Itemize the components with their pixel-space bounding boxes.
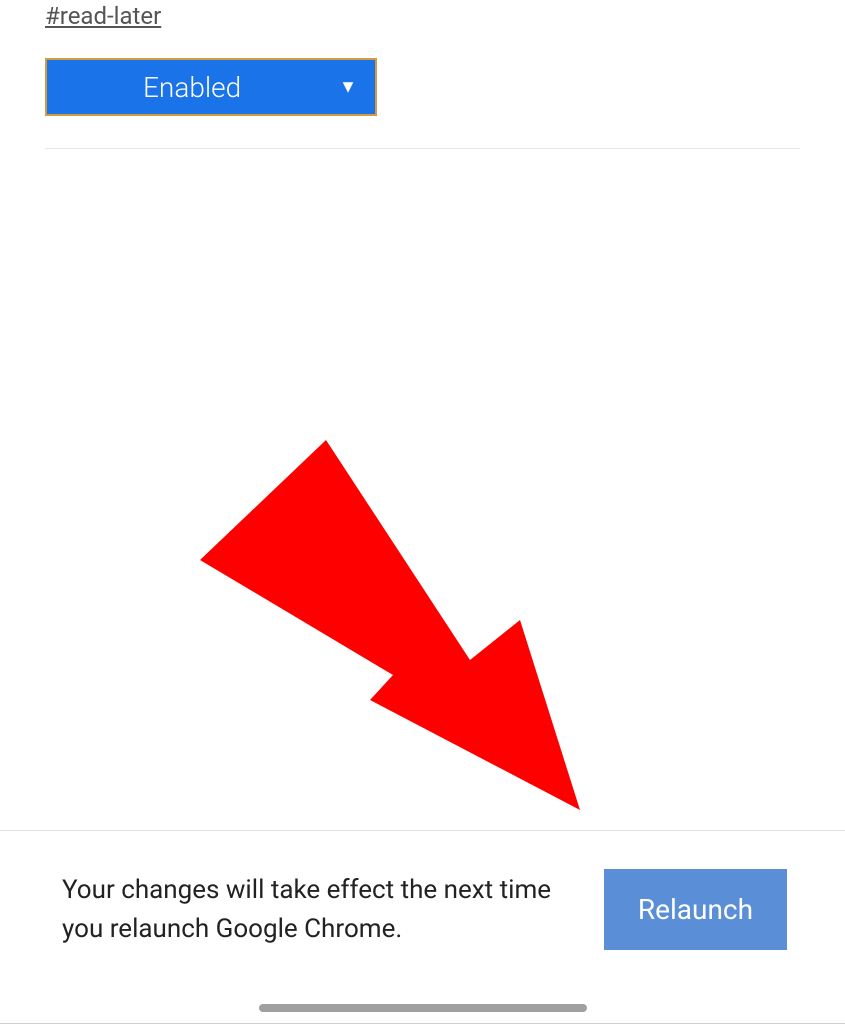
- flag-hash-link[interactable]: #read-later: [45, 2, 161, 30]
- section-divider: [45, 148, 800, 149]
- flag-state-dropdown[interactable]: Enabled ▼: [45, 58, 377, 116]
- restart-message-text: Your changes will take effect the next t…: [62, 871, 562, 949]
- horizontal-scrollbar[interactable]: [259, 1004, 587, 1012]
- chevron-down-icon: ▼: [339, 77, 357, 98]
- annotation-arrow-icon: [200, 440, 620, 844]
- relaunch-button[interactable]: Relaunch: [604, 869, 787, 950]
- dropdown-selected-value: Enabled: [143, 71, 241, 104]
- restart-notice-bar: Your changes will take effect the next t…: [0, 830, 845, 992]
